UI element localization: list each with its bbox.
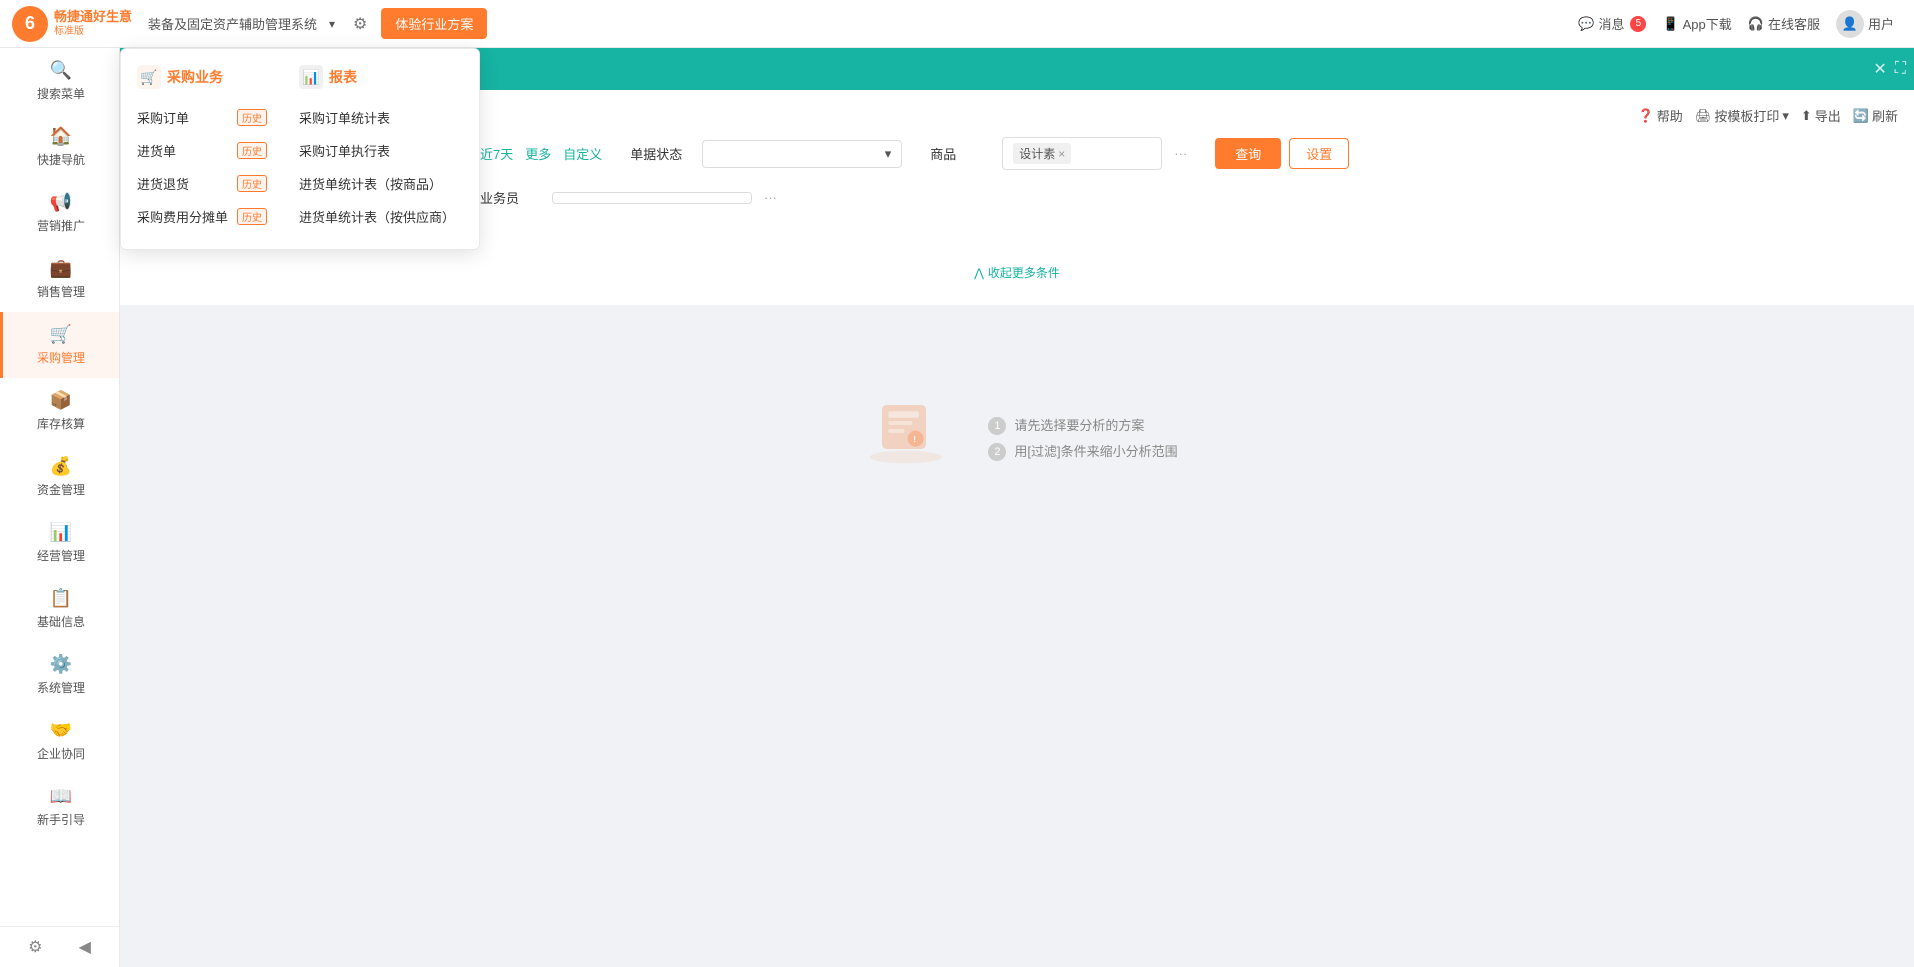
purchase-cost-history-badge: 历史 xyxy=(237,208,267,225)
report-order-exec-label: 采购订单执行表 xyxy=(299,141,390,160)
menu-item-report-order-exec[interactable]: 采购订单执行表 xyxy=(299,134,455,167)
purchase-arrival-history-badge: 历史 xyxy=(237,142,267,159)
purchase-order-label: 采购订单 xyxy=(137,108,189,127)
purchase-cost-label: 采购费用分摊单 xyxy=(137,207,228,226)
purchase-arrival-label: 进货单 xyxy=(137,141,176,160)
report-menu-icon: 📊 xyxy=(299,65,323,89)
menu-item-purchase-arrival[interactable]: 进货单 历史 xyxy=(137,134,267,167)
dropdown-menu: 🛒 采购业务 采购订单 历史 进货单 历史 进货退货 历史 采购费用分摊单 历史… xyxy=(120,48,480,250)
purchase-return-history-badge: 历史 xyxy=(237,175,267,192)
purchase-section-title: 🛒 采购业务 xyxy=(137,65,267,89)
report-arrival-product-label: 进货单统计表（按商品） xyxy=(299,174,442,193)
purchase-menu-section: 🛒 采购业务 采购订单 历史 进货单 历史 进货退货 历史 采购费用分摊单 历史 xyxy=(137,65,267,233)
report-arrival-supplier-label: 进货单统计表（按供应商） xyxy=(299,207,455,226)
report-menu-section: 📊 报表 采购订单统计表 采购订单执行表 进货单统计表（按商品） 进货单统计表（… xyxy=(299,65,455,233)
purchase-return-label: 进货退货 xyxy=(137,174,189,193)
purchase-menu-icon: 🛒 xyxy=(137,65,161,89)
menu-item-purchase-return[interactable]: 进货退货 历史 xyxy=(137,167,267,200)
menu-item-purchase-cost[interactable]: 采购费用分摊单 历史 xyxy=(137,200,267,233)
report-order-stat-label: 采购订单统计表 xyxy=(299,108,390,127)
menu-item-report-arrival-supplier[interactable]: 进货单统计表（按供应商） xyxy=(299,200,455,233)
menu-item-report-arrival-product[interactable]: 进货单统计表（按商品） xyxy=(299,167,455,200)
purchase-order-history-badge: 历史 xyxy=(237,109,267,126)
menu-item-report-order-stat[interactable]: 采购订单统计表 xyxy=(299,101,455,134)
report-section-title: 📊 报表 xyxy=(299,65,455,89)
menu-item-purchase-order[interactable]: 采购订单 历史 xyxy=(137,101,267,134)
